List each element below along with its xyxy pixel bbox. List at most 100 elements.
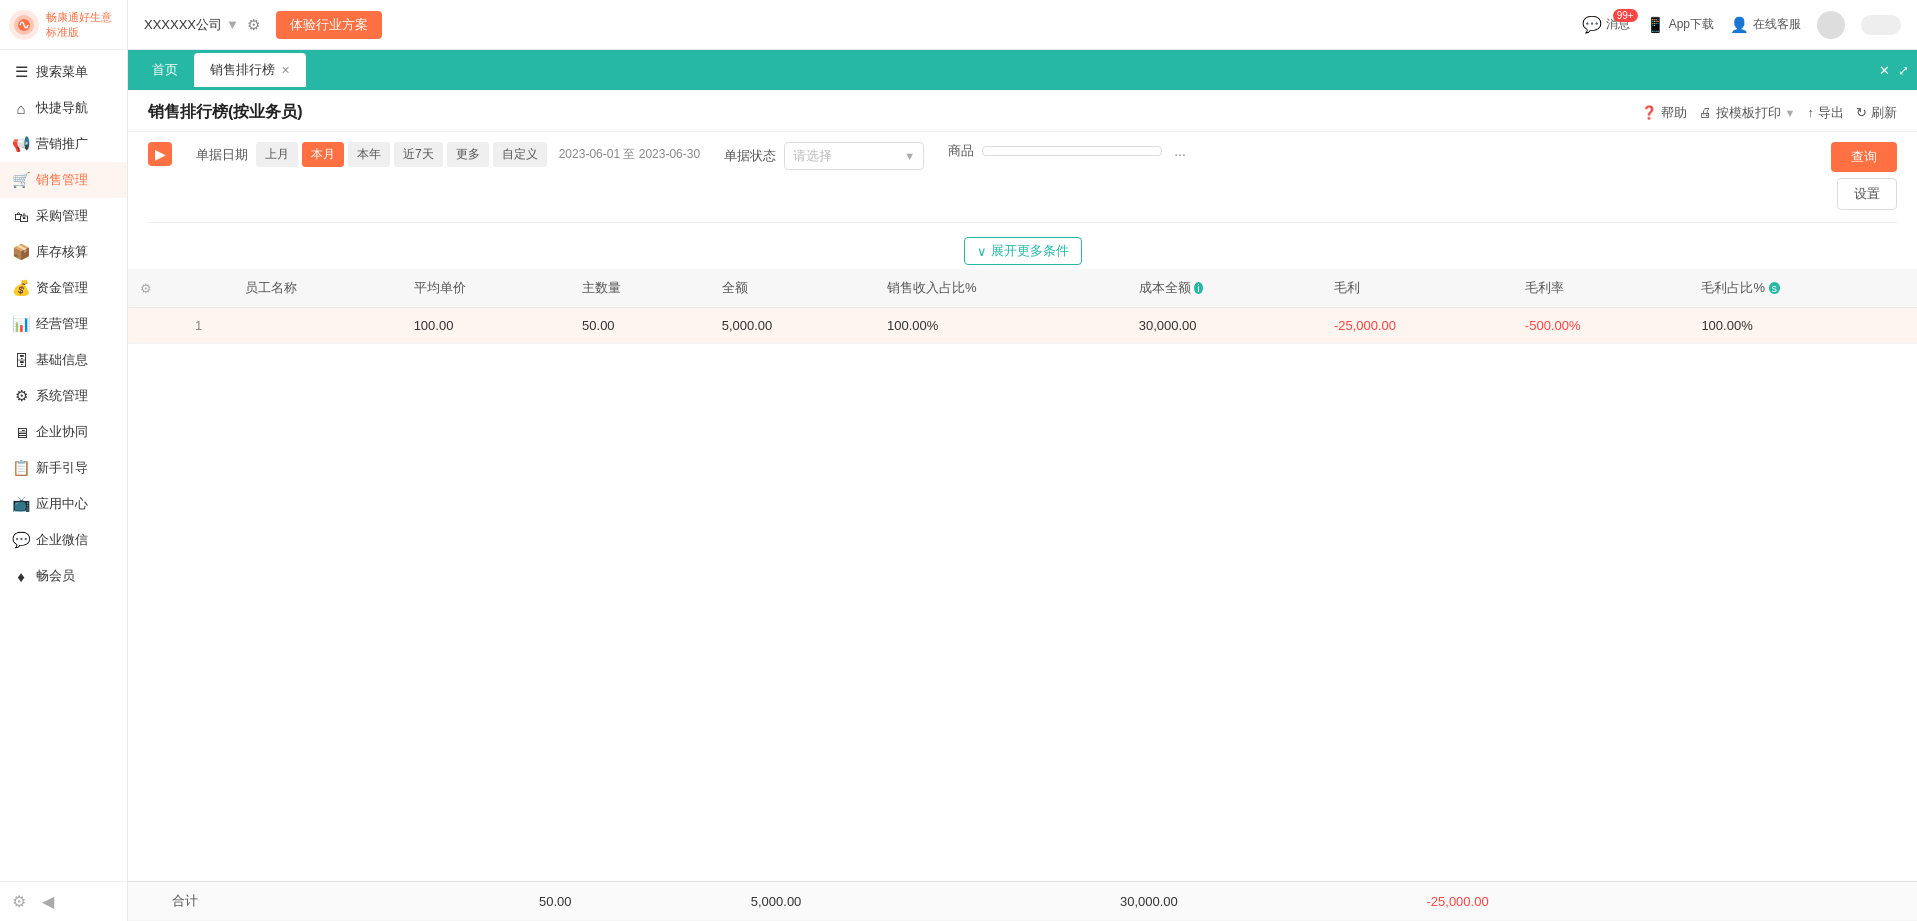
- refresh-button[interactable]: ↻ 刷新: [1856, 104, 1897, 122]
- date-filter-label: 单据日期: [196, 146, 248, 164]
- sidebar-item-basic-info[interactable]: 🗄 基础信息: [0, 342, 127, 378]
- company-dropdown-icon: ▼: [226, 17, 239, 32]
- sidebar-item-wechat-label: 企业微信: [36, 531, 88, 549]
- company-selector[interactable]: XXXXXX公司 ▼: [144, 16, 239, 34]
- filter-settings-button[interactable]: 设置: [1837, 178, 1897, 210]
- trial-button[interactable]: 体验行业方案: [276, 11, 382, 39]
- sidebar-settings-icon[interactable]: ⚙: [12, 892, 26, 911]
- date-btn-this-month[interactable]: 本月: [302, 142, 344, 167]
- online-service-label: 在线客服: [1753, 16, 1801, 33]
- search-menu-icon: ☰: [12, 63, 30, 81]
- sidebar-item-app-center[interactable]: 📺 应用中心: [0, 486, 127, 522]
- sidebar: 畅康通好生意 标准版 ☰ 搜索菜单 ⌂ 快捷导航 📢 营销推广 🛒 销售管理 🛍…: [0, 0, 128, 921]
- logo-text: 畅康通好生意 标准版: [46, 10, 112, 39]
- row-gross-cell: -25,000.00: [1322, 308, 1513, 344]
- app-download-label: App下载: [1669, 16, 1714, 33]
- date-btn-custom[interactable]: 自定义: [493, 142, 547, 167]
- sidebar-item-search-label: 搜索菜单: [36, 63, 88, 81]
- sidebar-item-operations[interactable]: 📊 经营管理: [0, 306, 127, 342]
- table-row: 1 100.00 50.00 5,000.00 100.00% 30,000.0…: [128, 308, 1917, 344]
- sidebar-item-enterprise-label: 企业协同: [36, 423, 88, 441]
- sidebar-item-basic-info-label: 基础信息: [36, 351, 88, 369]
- date-btn-7days[interactable]: 近7天: [394, 142, 443, 167]
- sidebar-item-finance[interactable]: 💰 资金管理: [0, 270, 127, 306]
- marketing-icon: 📢: [12, 135, 30, 153]
- sales-icon: 🛒: [12, 171, 30, 189]
- sidebar-item-system[interactable]: ⚙ 系统管理: [0, 378, 127, 414]
- query-button[interactable]: 查询: [1831, 142, 1897, 172]
- template-print-button[interactable]: 🖨 按模板打印 ▼: [1699, 104, 1796, 122]
- filter-toggle-arrow[interactable]: ▶: [148, 142, 172, 166]
- filter-right-buttons: 查询 设置: [1831, 142, 1897, 210]
- sidebar-item-enterprise[interactable]: 🖥 企业协同: [0, 414, 127, 450]
- sidebar-item-purchase[interactable]: 🛍 采购管理: [0, 198, 127, 234]
- gross-pct-info-icon[interactable]: s: [1769, 282, 1781, 294]
- header-settings-icon[interactable]: ⚙: [247, 16, 260, 34]
- online-service-action[interactable]: 👤 在线客服: [1730, 16, 1801, 34]
- table-header-gross: 毛利: [1322, 269, 1513, 308]
- sidebar-item-sales-label: 销售管理: [36, 171, 88, 189]
- tab-bar-right: ✕ ⤢: [1879, 63, 1909, 78]
- date-btn-last-month[interactable]: 上月: [256, 142, 298, 167]
- sidebar-collapse-icon[interactable]: ◀: [42, 892, 54, 911]
- tab-expand-icon[interactable]: ⤢: [1898, 63, 1909, 78]
- tab-sales-rank[interactable]: 销售排行榜 ✕: [194, 53, 306, 87]
- table-header-total: 全额: [710, 269, 875, 308]
- app-center-icon: 📺: [12, 495, 30, 513]
- member-icon: ♦: [12, 568, 30, 585]
- purchase-icon: 🛍: [12, 208, 30, 225]
- message-action[interactable]: 💬 消息 99+: [1582, 15, 1630, 34]
- help-label: 帮助: [1661, 104, 1687, 122]
- page-inner: 销售排行榜(按业务员) ❓ 帮助 🖨 按模板打印 ▼ ↑ 导出: [128, 90, 1917, 921]
- date-btn-more[interactable]: 更多: [447, 142, 489, 167]
- export-button[interactable]: ↑ 导出: [1808, 104, 1845, 122]
- expand-more-btn[interactable]: ∨ 展开更多条件: [964, 237, 1082, 265]
- data-table: ⚙ 员工名称 平均单价 主数量 全额 销售收入占比% 成本全额 i 毛利 毛利率…: [128, 269, 1917, 344]
- app-download-action[interactable]: 📱 App下载: [1646, 16, 1714, 34]
- tab-sales-rank-label: 销售排行榜: [210, 61, 275, 79]
- wechat-icon: 💬: [12, 531, 30, 549]
- sidebar-item-wechat[interactable]: 💬 企业微信: [0, 522, 127, 558]
- tab-home[interactable]: 首页: [136, 53, 194, 87]
- cost-info-icon[interactable]: i: [1194, 282, 1202, 294]
- sidebar-bottom: ⚙ ◀: [0, 881, 127, 921]
- status-select-value: 请选择: [793, 147, 832, 165]
- goods-input[interactable]: [982, 146, 1162, 156]
- table-header-gear[interactable]: ⚙: [128, 269, 164, 308]
- sidebar-item-purchase-label: 采购管理: [36, 207, 88, 225]
- print-icon: 🖨: [1699, 105, 1712, 120]
- sidebar-item-sales[interactable]: 🛒 销售管理: [0, 162, 127, 198]
- date-range-display: 2023-06-01 至 2023-06-30: [559, 146, 700, 163]
- tab-close-icon[interactable]: ✕: [281, 64, 290, 77]
- status-filter-group: 单据状态 请选择 ▼: [724, 142, 924, 170]
- sidebar-item-guide[interactable]: 📋 新手引导: [0, 450, 127, 486]
- footer-gear-cell: [128, 882, 160, 921]
- help-button[interactable]: ❓ 帮助: [1641, 104, 1687, 122]
- sidebar-item-marketing[interactable]: 📢 营销推广: [0, 126, 127, 162]
- page-title: 销售排行榜(按业务员): [148, 102, 303, 123]
- date-filter-group: 单据日期 上月 本月 本年 近7天 更多 自定义 2023-06-01 至 20…: [196, 142, 700, 167]
- table-header-rank: [164, 269, 233, 308]
- sidebar-item-member[interactable]: ♦ 畅会员: [0, 558, 127, 594]
- sidebar-item-marketing-label: 营销推广: [36, 135, 88, 153]
- footer-avg-price-cell: [437, 882, 527, 921]
- more-filters-dots[interactable]: ...: [1170, 143, 1190, 159]
- avatar[interactable]: [1817, 11, 1845, 39]
- footer-gross-pct-cell: [1827, 882, 1917, 921]
- sidebar-item-search[interactable]: ☰ 搜索菜单: [0, 54, 127, 90]
- sidebar-item-finance-label: 资金管理: [36, 279, 88, 297]
- date-btn-this-year[interactable]: 本年: [348, 142, 390, 167]
- home-icon: ⌂: [12, 100, 30, 117]
- table-footer: 合计 50.00 5,000.00 30,000.00 -25,000.00: [128, 881, 1917, 921]
- row-cost-cell: 30,000.00: [1127, 308, 1322, 344]
- footer-gross-cell: -25,000.00: [1414, 882, 1737, 921]
- sidebar-item-quick-nav-label: 快捷导航: [36, 99, 88, 117]
- status-select-arrow: ▼: [904, 150, 915, 162]
- page-content: 销售排行榜(按业务员) ❓ 帮助 🖨 按模板打印 ▼ ↑ 导出: [128, 90, 1917, 921]
- tab-close-all-icon[interactable]: ✕: [1879, 63, 1890, 78]
- table-header-gross-pct: 毛利占比% s: [1689, 269, 1917, 308]
- toggle-arrow-icon: ▶: [155, 146, 166, 162]
- sidebar-item-quick-nav[interactable]: ⌂ 快捷导航: [0, 90, 127, 126]
- sidebar-item-inventory[interactable]: 📦 库存核算: [0, 234, 127, 270]
- status-select[interactable]: 请选择 ▼: [784, 142, 924, 170]
